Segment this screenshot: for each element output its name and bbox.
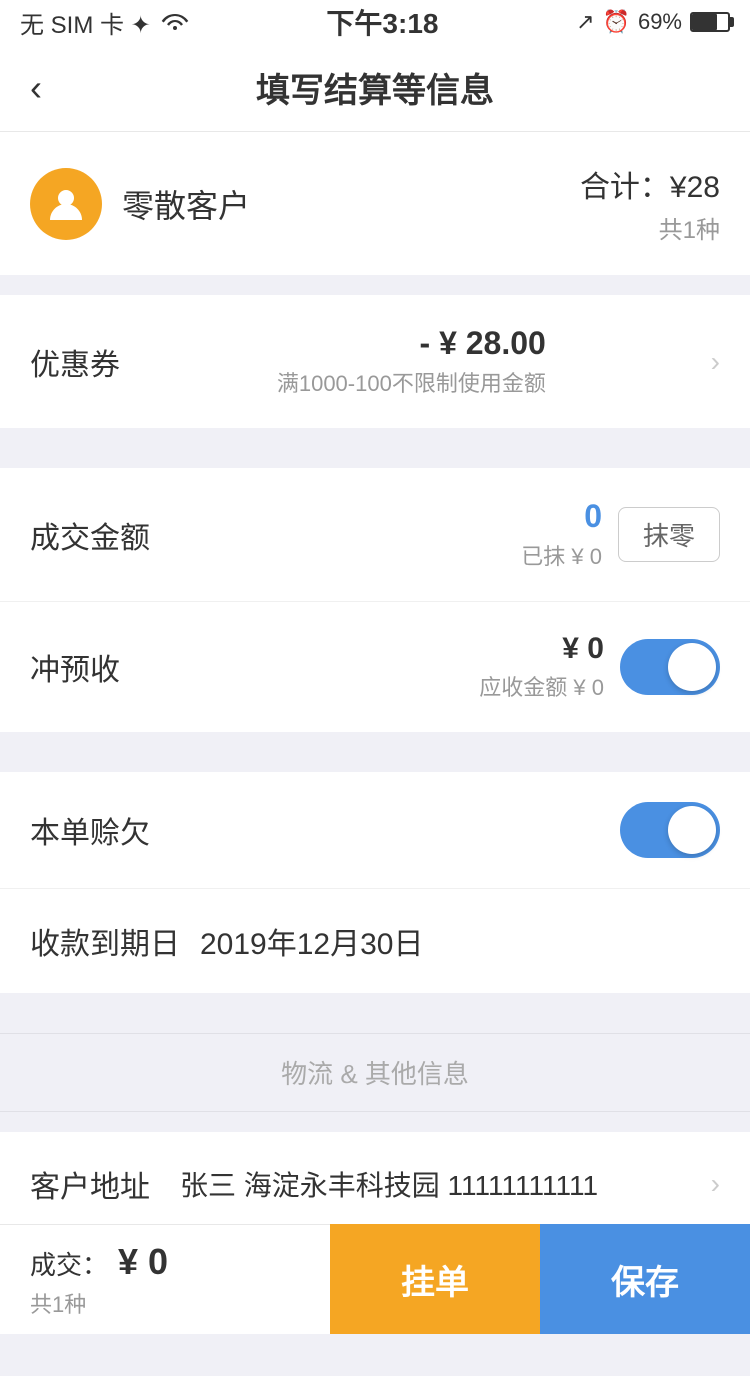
customer-row: 零散客户 合计：¥28 共1种 <box>0 132 750 275</box>
deal-amount-sub: 已抹 ¥ 0 <box>521 539 602 571</box>
total-amount: 合计：¥28 <box>580 162 720 206</box>
customer-name: 零散客户 <box>122 181 250 227</box>
credit-toggle[interactable] <box>620 802 720 858</box>
prepayment-value: ¥ 0 <box>479 632 604 666</box>
credit-row: 本单赊欠 <box>0 772 750 889</box>
deal-amount-value: 0 <box>584 498 602 534</box>
coupon-chevron-icon: › <box>711 346 720 378</box>
credit-section: 本单赊欠 收款到期日 2019年12月30日 <box>0 772 750 993</box>
bottom-count: 共1种 <box>30 1287 300 1319</box>
customer-summary: 合计：¥28 共1种 <box>580 162 720 245</box>
section-divider-3 <box>0 1013 750 1033</box>
logistics-label: 物流 & 其他信息 <box>281 1059 469 1089</box>
bottom-bar: 成交： ¥ 0 共1种 挂单 保存 <box>0 1224 750 1334</box>
status-right: ↗ ⏰ 69% <box>576 9 730 35</box>
section-divider-1 <box>0 448 750 468</box>
total-count: 共1种 <box>580 210 720 245</box>
address-chevron-icon: › <box>711 1168 720 1200</box>
prepayment-row: 冲预收 ¥ 0 应收金额 ¥ 0 <box>0 602 750 732</box>
coupon-row[interactable]: 优惠券 - ¥ 28.00 满1000-100不限制使用金额 › <box>0 295 750 428</box>
credit-toggle-knob <box>668 806 716 854</box>
section-divider-4 <box>0 1112 750 1132</box>
address-value: 张三 海淀永丰科技园 11111111111 <box>180 1164 703 1204</box>
bottom-info: 成交： ¥ 0 共1种 <box>0 1224 330 1334</box>
due-date-label: 收款到期日 <box>30 919 180 963</box>
bottom-deal-label: 成交： <box>30 1245 108 1282</box>
page-title: 填写结算等信息 <box>256 63 494 112</box>
due-date-row: 收款到期日 2019年12月30日 <box>0 889 750 993</box>
nav-bar: ‹ 填写结算等信息 <box>0 44 750 132</box>
coupon-section: 优惠券 - ¥ 28.00 满1000-100不限制使用金额 › <box>0 295 750 428</box>
deal-amount-right: 0 已抹 ¥ 0 抹零 <box>521 498 720 571</box>
status-left: 无 SIM 卡 ✦ <box>20 5 189 40</box>
coupon-label: 优惠券 <box>30 340 120 384</box>
coupon-sub: 满1000-100不限制使用金额 <box>277 366 546 398</box>
bottom-deal-amount: ¥ 0 <box>118 1241 168 1283</box>
prepayment-toggle[interactable] <box>620 639 720 695</box>
deal-amount-row: 成交金额 0 已抹 ¥ 0 抹零 <box>0 468 750 602</box>
prepayment-sub: 应收金额 ¥ 0 <box>479 670 604 702</box>
location-icon: ↗ <box>576 9 594 35</box>
sim-label: 无 SIM 卡 ✦ <box>20 5 151 40</box>
round-zero-button[interactable]: 抹零 <box>618 507 720 562</box>
logistics-divider: 物流 & 其他信息 <box>0 1033 750 1112</box>
hold-button[interactable]: 挂单 <box>330 1224 540 1334</box>
credit-right <box>620 802 720 858</box>
address-label: 客户地址 <box>30 1162 150 1206</box>
battery-icon <box>690 12 730 32</box>
deal-amount-label: 成交金额 <box>30 513 150 557</box>
customer-left: 零散客户 <box>30 168 250 240</box>
prepayment-right: ¥ 0 应收金额 ¥ 0 <box>479 632 720 702</box>
content: 零散客户 合计：¥28 共1种 优惠券 - ¥ 28.00 满1000-100不… <box>0 132 750 1376</box>
alarm-icon: ⏰ <box>603 9 630 35</box>
save-button[interactable]: 保存 <box>540 1224 750 1334</box>
coupon-right: - ¥ 28.00 满1000-100不限制使用金额 <box>277 325 546 398</box>
status-bar: 无 SIM 卡 ✦ 下午3:18 ↗ ⏰ 69% <box>0 0 750 44</box>
battery-percent: 69% <box>638 9 682 35</box>
address-section: 客户地址 张三 海淀永丰科技园 11111111111 › <box>0 1132 750 1236</box>
back-button[interactable]: ‹ <box>30 67 90 109</box>
toggle-knob <box>668 643 716 691</box>
prepayment-label: 冲预收 <box>30 645 120 689</box>
wifi-icon <box>161 8 189 37</box>
deal-amount-section: 成交金额 0 已抹 ¥ 0 抹零 冲预收 ¥ 0 应收金额 ¥ 0 <box>0 468 750 732</box>
credit-label: 本单赊欠 <box>30 808 150 852</box>
coupon-amount: - ¥ 28.00 <box>277 325 546 362</box>
due-date-value: 2019年12月30日 <box>200 919 423 963</box>
address-row[interactable]: 客户地址 张三 海淀永丰科技园 11111111111 › <box>0 1132 750 1236</box>
status-time: 下午3:18 <box>326 2 438 42</box>
section-divider-2 <box>0 752 750 772</box>
avatar <box>30 168 102 240</box>
